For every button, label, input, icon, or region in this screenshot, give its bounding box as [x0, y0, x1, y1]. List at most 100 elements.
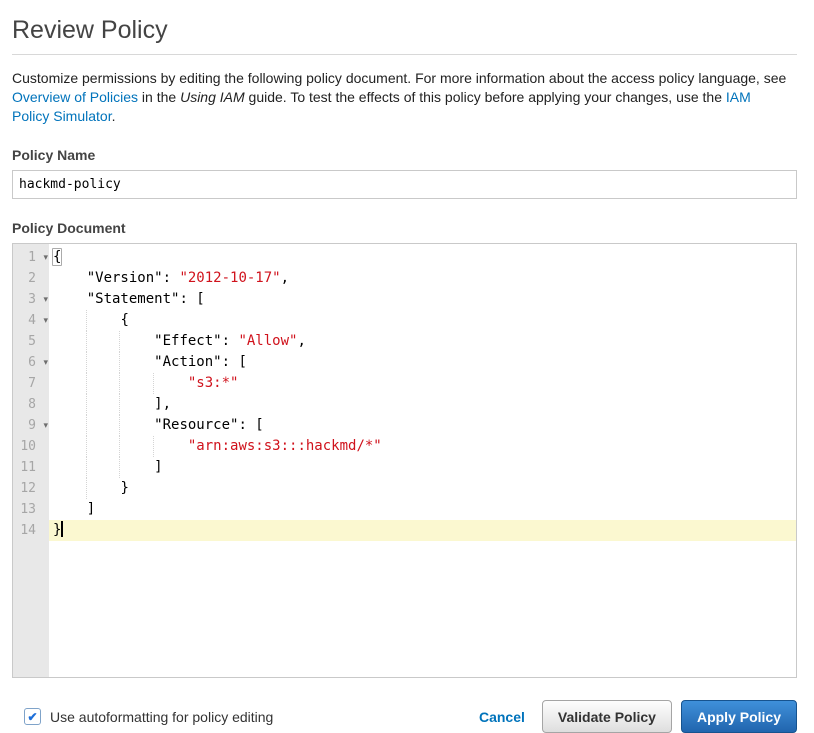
- checkmark-icon: ✔: [27, 711, 37, 723]
- using-iam-guide-name: Using IAM: [180, 89, 245, 105]
- gutter-line-14: 14: [13, 520, 49, 541]
- indent-guide: [53, 457, 87, 478]
- gutter-line-2: 2: [13, 268, 49, 289]
- gutter-line-11: 11: [13, 457, 49, 478]
- indent-guide: [86, 310, 121, 331]
- validate-policy-button[interactable]: Validate Policy: [542, 700, 672, 733]
- indent-guide: [119, 331, 154, 352]
- indent-guide: [53, 394, 87, 415]
- indent-guide: [119, 436, 154, 457]
- editor-code-area[interactable]: { "Version": "2012-10-17", "Statement": …: [49, 244, 796, 677]
- page-title: Review Policy: [12, 12, 797, 45]
- review-policy-page: Review Policy Customize permissions by e…: [0, 0, 814, 733]
- code-line-4[interactable]: {: [49, 310, 796, 331]
- fold-toggle-icon[interactable]: ▾: [43, 415, 48, 436]
- indent-guide: [53, 268, 87, 289]
- text-cursor: [61, 521, 63, 537]
- indent-guide: [53, 373, 87, 394]
- indent-guide: [53, 331, 87, 352]
- json-string-value: "arn:aws:s3:::hackmd/*": [188, 438, 382, 454]
- indent-guide: [119, 457, 154, 478]
- autoformat-label: Use autoformatting for policy editing: [50, 709, 273, 725]
- indent-guide: [119, 394, 154, 415]
- code-line-6[interactable]: "Action": [: [49, 352, 796, 373]
- fold-toggle-icon[interactable]: ▾: [43, 289, 48, 310]
- code-line-9[interactable]: "Resource": [: [49, 415, 796, 436]
- gutter-line-9: 9▾: [13, 415, 49, 436]
- indent-guide: [119, 415, 154, 436]
- policy-document-editor[interactable]: 1▾23▾4▾56▾789▾1011121314 { "Version": "2…: [12, 243, 797, 678]
- code-line-12[interactable]: }: [49, 478, 796, 499]
- gutter-line-5: 5: [13, 331, 49, 352]
- json-string-value: "Allow": [238, 333, 297, 349]
- autoformat-checkbox[interactable]: ✔: [24, 708, 41, 725]
- gutter-line-4: 4▾: [13, 310, 49, 331]
- code-line-10[interactable]: "arn:aws:s3:::hackmd/*": [49, 436, 796, 457]
- json-punctuation: ]: [154, 459, 162, 475]
- json-punctuation: {: [120, 312, 128, 328]
- intro-text-2: in the: [138, 89, 180, 105]
- gutter-line-3: 3▾: [13, 289, 49, 310]
- indent-guide: [53, 436, 87, 457]
- policy-name-label: Policy Name: [12, 147, 797, 163]
- json-punctuation: }: [53, 522, 61, 538]
- indent-guide: [119, 373, 154, 394]
- code-line-1[interactable]: {: [49, 247, 796, 268]
- gutter-line-10: 10: [13, 436, 49, 457]
- json-punctuation: : [: [222, 354, 247, 370]
- json-key: "Version": [87, 270, 163, 286]
- indent-guide: [86, 352, 121, 373]
- overview-of-policies-link[interactable]: Overview of Policies: [12, 89, 138, 105]
- gutter-line-7: 7: [13, 373, 49, 394]
- json-punctuation: {: [52, 248, 62, 266]
- gutter-line-6: 6▾: [13, 352, 49, 373]
- indent-guide: [119, 352, 154, 373]
- json-punctuation: }: [120, 480, 128, 496]
- fold-toggle-icon[interactable]: ▾: [43, 352, 48, 373]
- gutter-line-8: 8: [13, 394, 49, 415]
- code-line-13[interactable]: ]: [49, 499, 796, 520]
- intro-paragraph: Customize permissions by editing the fol…: [12, 69, 788, 126]
- json-punctuation: ,: [297, 333, 305, 349]
- footer-bar: ✔ Use autoformatting for policy editing …: [12, 700, 797, 733]
- json-key: "Effect": [154, 333, 221, 349]
- indent-guide: [153, 436, 188, 457]
- indent-guide: [53, 499, 87, 520]
- code-line-11[interactable]: ]: [49, 457, 796, 478]
- intro-text-3: guide. To test the effects of this polic…: [245, 89, 726, 105]
- code-line-7[interactable]: "s3:*": [49, 373, 796, 394]
- code-line-2[interactable]: "Version": "2012-10-17",: [49, 268, 796, 289]
- policy-document-label: Policy Document: [12, 220, 797, 236]
- cancel-link[interactable]: Cancel: [479, 709, 525, 725]
- json-punctuation: : [: [179, 291, 204, 307]
- indent-guide: [53, 415, 87, 436]
- indent-guide: [86, 331, 121, 352]
- json-key: "Action": [154, 354, 221, 370]
- intro-text-1: Customize permissions by editing the fol…: [12, 70, 786, 86]
- json-punctuation: : [: [238, 417, 263, 433]
- json-punctuation: ]: [87, 501, 95, 517]
- gutter-line-1: 1▾: [13, 247, 49, 268]
- autoformat-option[interactable]: ✔ Use autoformatting for policy editing: [24, 708, 273, 725]
- json-key: "Statement": [87, 291, 180, 307]
- code-line-8[interactable]: ],: [49, 394, 796, 415]
- indent-guide: [86, 373, 121, 394]
- json-punctuation: ,: [281, 270, 289, 286]
- code-line-14[interactable]: }: [49, 520, 796, 541]
- fold-toggle-icon[interactable]: ▾: [43, 247, 48, 268]
- title-divider: [12, 54, 797, 55]
- gutter-line-13: 13: [13, 499, 49, 520]
- indent-guide: [86, 436, 121, 457]
- json-punctuation: :: [222, 333, 239, 349]
- code-line-3[interactable]: "Statement": [: [49, 289, 796, 310]
- indent-guide: [153, 373, 188, 394]
- intro-text-4: .: [112, 108, 116, 124]
- indent-guide: [53, 478, 87, 499]
- code-line-5[interactable]: "Effect": "Allow",: [49, 331, 796, 352]
- apply-policy-button[interactable]: Apply Policy: [681, 700, 797, 733]
- indent-guide: [53, 289, 87, 310]
- indent-guide: [53, 310, 87, 331]
- fold-toggle-icon[interactable]: ▾: [43, 310, 48, 331]
- policy-name-input[interactable]: [12, 170, 797, 199]
- action-buttons: Cancel Validate Policy Apply Policy: [479, 700, 797, 733]
